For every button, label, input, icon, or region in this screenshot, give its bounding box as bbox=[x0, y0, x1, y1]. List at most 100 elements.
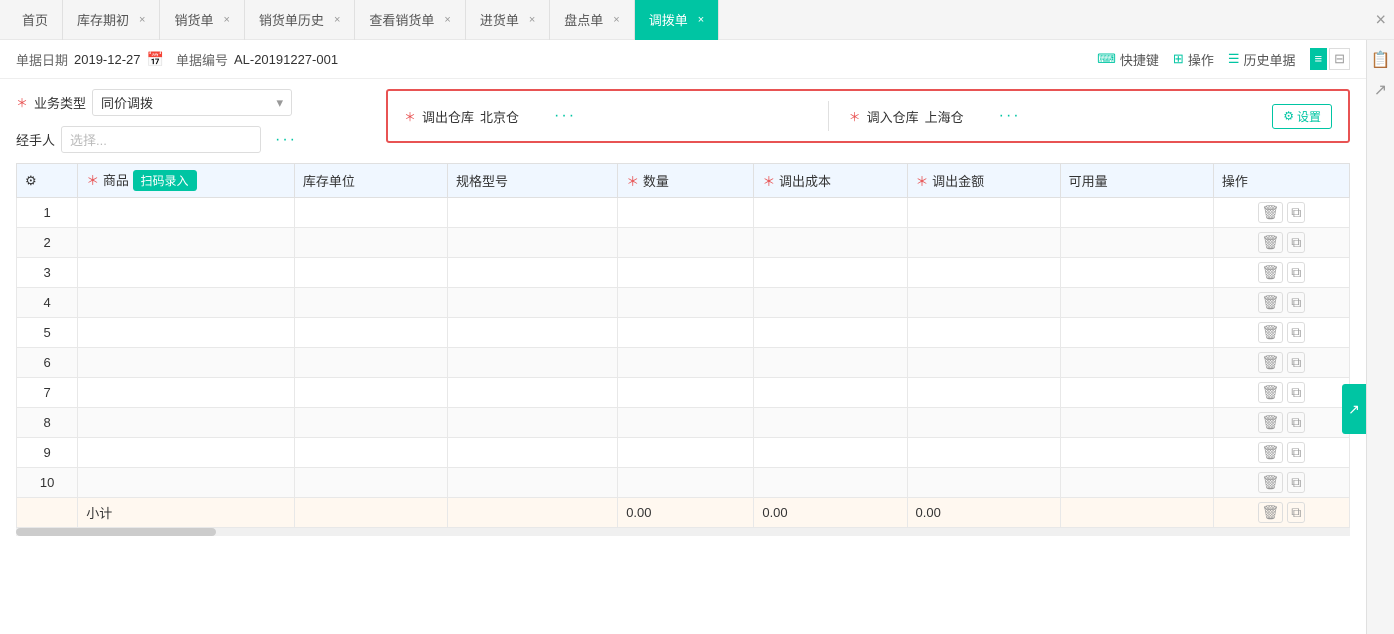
delete-row-icon[interactable]: 🗑 bbox=[1258, 232, 1284, 253]
scan-btn[interactable]: 扫码录入 bbox=[133, 170, 197, 191]
row-unit-8[interactable] bbox=[294, 408, 447, 438]
horizontal-scrollbar[interactable] bbox=[16, 528, 1350, 536]
row-amount-7[interactable] bbox=[907, 378, 1060, 408]
shortcuts-btn[interactable]: ⌨ 快捷键 bbox=[1097, 50, 1159, 69]
row-cost-4[interactable] bbox=[754, 288, 907, 318]
row-qty-8[interactable] bbox=[618, 408, 754, 438]
col-header-settings[interactable]: ⚙ bbox=[17, 164, 78, 198]
row-qty-2[interactable] bbox=[618, 228, 754, 258]
tab-sales-order[interactable]: 销货单 × bbox=[160, 0, 244, 40]
row-spec-7[interactable] bbox=[448, 378, 618, 408]
delete-row-icon[interactable]: 🗑 bbox=[1258, 202, 1284, 223]
row-qty-10[interactable] bbox=[618, 468, 754, 498]
row-goods-2[interactable] bbox=[78, 228, 295, 258]
row-cost-3[interactable] bbox=[754, 258, 907, 288]
row-amount-4[interactable] bbox=[907, 288, 1060, 318]
row-unit-6[interactable] bbox=[294, 348, 447, 378]
row-qty-4[interactable] bbox=[618, 288, 754, 318]
row-qty-6[interactable] bbox=[618, 348, 754, 378]
transfer-out-more-btn[interactable]: ··· bbox=[554, 107, 576, 125]
delete-row-icon[interactable]: 🗑 bbox=[1258, 352, 1284, 373]
row-cost-6[interactable] bbox=[754, 348, 907, 378]
row-amount-10[interactable] bbox=[907, 468, 1060, 498]
copy-row-icon[interactable]: ⧉ bbox=[1287, 352, 1305, 373]
tab-purchase-order-close[interactable]: × bbox=[529, 14, 535, 26]
row-qty-9[interactable] bbox=[618, 438, 754, 468]
delete-row-icon[interactable]: 🗑 bbox=[1258, 262, 1284, 283]
row-amount-2[interactable] bbox=[907, 228, 1060, 258]
row-goods-5[interactable] bbox=[78, 318, 295, 348]
delete-row-icon[interactable]: 🗑 bbox=[1258, 412, 1284, 433]
grid-view-icon[interactable]: ⊟ bbox=[1329, 48, 1350, 70]
copy-row-icon[interactable]: ⧉ bbox=[1287, 382, 1305, 403]
row-cost-1[interactable] bbox=[754, 198, 907, 228]
row-goods-4[interactable] bbox=[78, 288, 295, 318]
row-goods-6[interactable] bbox=[78, 348, 295, 378]
setting-button[interactable]: ⚙ 设置 bbox=[1272, 104, 1332, 129]
tab-sales-order-close[interactable]: × bbox=[223, 14, 229, 26]
row-spec-6[interactable] bbox=[448, 348, 618, 378]
window-close-button[interactable]: × bbox=[1375, 9, 1386, 30]
copy-row-icon[interactable]: ⧉ bbox=[1287, 442, 1305, 463]
row-unit-2[interactable] bbox=[294, 228, 447, 258]
row-qty-7[interactable] bbox=[618, 378, 754, 408]
row-qty-1[interactable] bbox=[618, 198, 754, 228]
tab-home[interactable]: 首页 bbox=[8, 0, 63, 40]
tab-inventory-init[interactable]: 库存期初 × bbox=[63, 0, 160, 40]
tab-inventory-check-close[interactable]: × bbox=[613, 14, 619, 26]
row-unit-3[interactable] bbox=[294, 258, 447, 288]
history-btn[interactable]: ☰ 历史单据 bbox=[1228, 50, 1296, 69]
agent-select[interactable]: 选择... bbox=[61, 126, 261, 153]
row-goods-9[interactable] bbox=[78, 438, 295, 468]
tab-inventory-init-close[interactable]: × bbox=[139, 14, 145, 26]
tab-purchase-order[interactable]: 进货单 × bbox=[466, 0, 550, 40]
row-goods-3[interactable] bbox=[78, 258, 295, 288]
delete-row-icon[interactable]: 🗑 bbox=[1258, 382, 1284, 403]
copy-row-icon[interactable]: ⧉ bbox=[1287, 322, 1305, 343]
row-unit-7[interactable] bbox=[294, 378, 447, 408]
sidebar-list-icon[interactable]: 📋 bbox=[1371, 50, 1391, 70]
delete-row-icon[interactable]: 🗑 bbox=[1258, 322, 1284, 343]
copy-row-icon[interactable]: ⧉ bbox=[1287, 292, 1305, 313]
row-spec-9[interactable] bbox=[448, 438, 618, 468]
calendar-icon[interactable]: 📅 bbox=[147, 51, 164, 68]
row-spec-8[interactable] bbox=[448, 408, 618, 438]
row-goods-8[interactable] bbox=[78, 408, 295, 438]
row-unit-9[interactable] bbox=[294, 438, 447, 468]
tab-transfer[interactable]: 调拨单 × bbox=[635, 0, 719, 40]
row-unit-10[interactable] bbox=[294, 468, 447, 498]
row-spec-1[interactable] bbox=[448, 198, 618, 228]
row-amount-1[interactable] bbox=[907, 198, 1060, 228]
row-qty-3[interactable] bbox=[618, 258, 754, 288]
row-cost-2[interactable] bbox=[754, 228, 907, 258]
tab-sales-history-close[interactable]: × bbox=[334, 14, 340, 26]
transfer-in-more-btn[interactable]: ··· bbox=[999, 107, 1021, 125]
row-goods-7[interactable] bbox=[78, 378, 295, 408]
agent-more-btn[interactable]: ··· bbox=[275, 131, 297, 149]
tab-view-sales[interactable]: 查看销货单 × bbox=[355, 0, 465, 40]
row-cost-7[interactable] bbox=[754, 378, 907, 408]
row-amount-6[interactable] bbox=[907, 348, 1060, 378]
expand-button[interactable]: ↗ bbox=[1342, 384, 1366, 434]
row-cost-9[interactable] bbox=[754, 438, 907, 468]
copy-row-icon[interactable]: ⧉ bbox=[1287, 262, 1305, 283]
row-cost-8[interactable] bbox=[754, 408, 907, 438]
operations-btn[interactable]: ⊞ 操作 bbox=[1173, 50, 1214, 69]
row-amount-3[interactable] bbox=[907, 258, 1060, 288]
row-amount-8[interactable] bbox=[907, 408, 1060, 438]
row-amount-5[interactable] bbox=[907, 318, 1060, 348]
row-cost-10[interactable] bbox=[754, 468, 907, 498]
delete-row-icon[interactable]: 🗑 bbox=[1258, 472, 1284, 493]
row-spec-4[interactable] bbox=[448, 288, 618, 318]
biz-type-select[interactable]: 同价调拨 ▾ bbox=[92, 89, 292, 116]
copy-icon[interactable]: ⧉ bbox=[1287, 502, 1305, 523]
copy-row-icon[interactable]: ⧉ bbox=[1287, 412, 1305, 433]
row-unit-4[interactable] bbox=[294, 288, 447, 318]
delete-row-icon[interactable]: 🗑 bbox=[1258, 442, 1284, 463]
row-cost-5[interactable] bbox=[754, 318, 907, 348]
list-view-icon[interactable]: ≡ bbox=[1310, 48, 1328, 70]
delete-row-icon[interactable]: 🗑 bbox=[1258, 292, 1284, 313]
row-unit-5[interactable] bbox=[294, 318, 447, 348]
tab-inventory-check[interactable]: 盘点单 × bbox=[550, 0, 634, 40]
sidebar-expand-icon[interactable]: ↗ bbox=[1374, 80, 1387, 100]
